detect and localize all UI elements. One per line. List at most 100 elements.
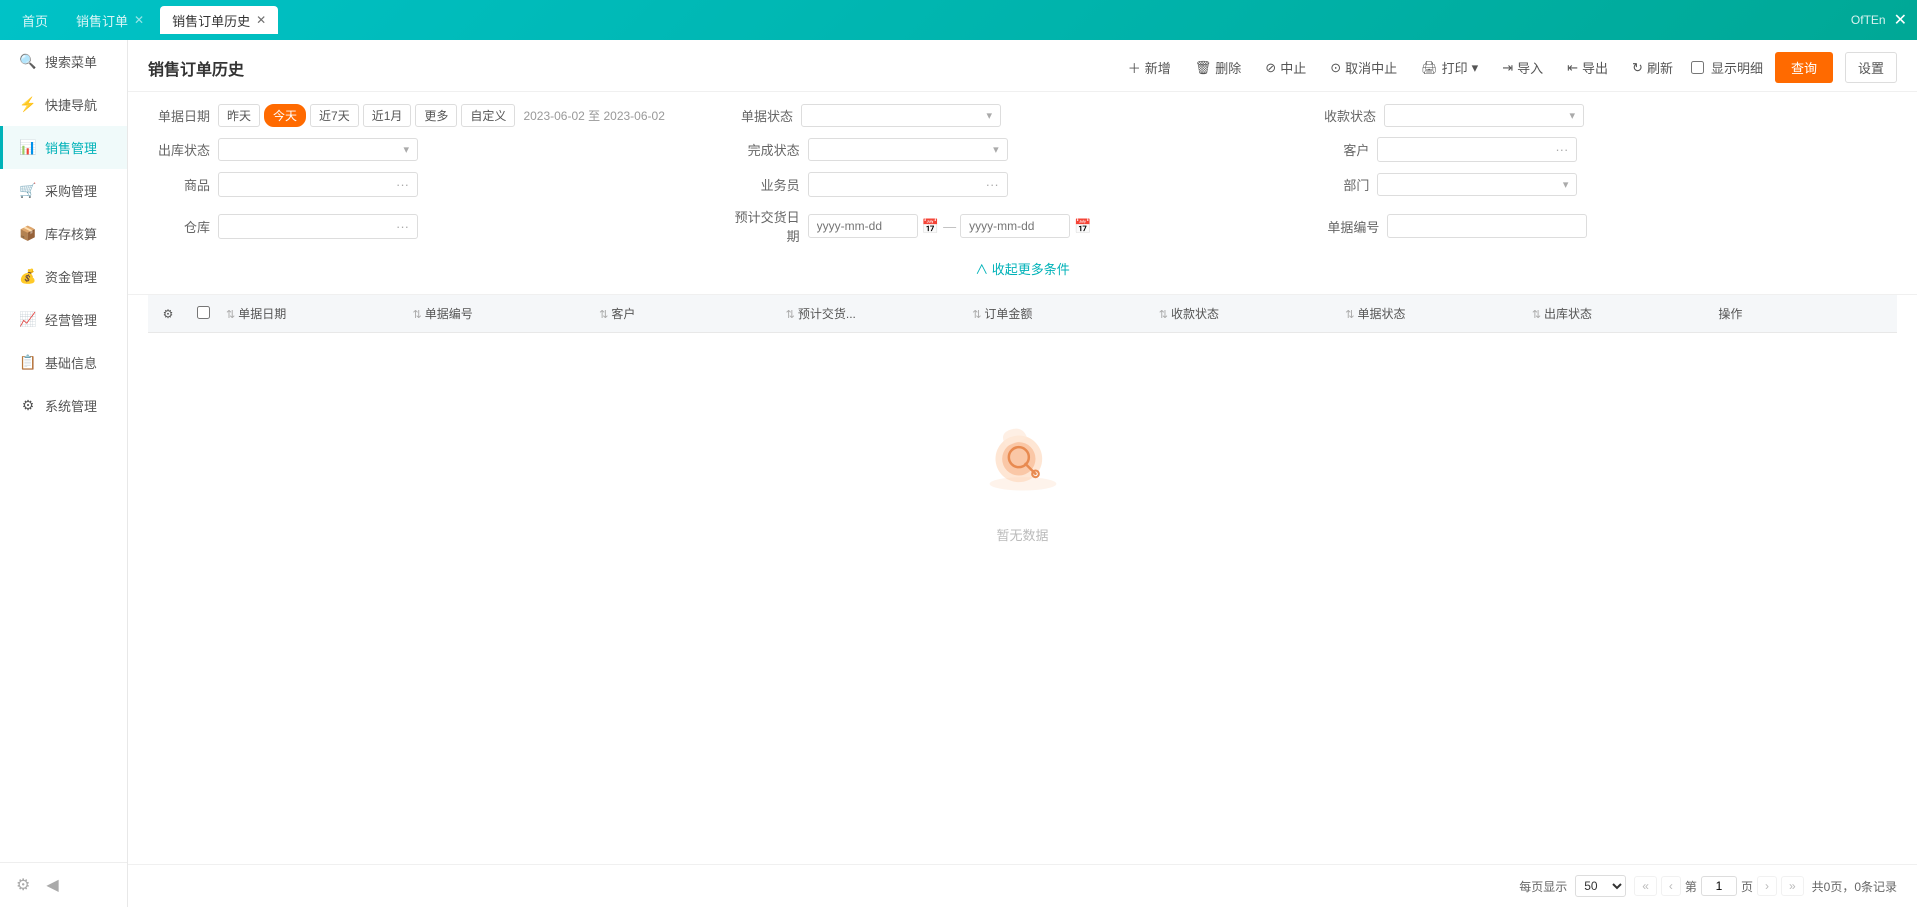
th-date[interactable]: 单据日期 (218, 295, 405, 333)
completion-status-select[interactable]: ▾ (808, 138, 1008, 161)
th-amount[interactable]: 订单金额 (964, 295, 1151, 333)
th-payment-status[interactable]: 收款状态 (1151, 295, 1338, 333)
sidebar-item-search[interactable]: 🔍 搜索菜单 (0, 40, 127, 83)
sidebar-item-quick-nav[interactable]: ⚡ 快捷导航 (0, 83, 127, 126)
goods-input[interactable]: ··· (218, 172, 418, 197)
main-layout: 🔍 搜索菜单 ⚡ 快捷导航 📊 销售管理 🛒 采购管理 📦 库存核算 💰 资金管… (0, 40, 1917, 907)
new-button[interactable]: ＋ 新增 (1122, 54, 1177, 81)
dept-select[interactable]: ▾ (1377, 173, 1577, 196)
print-button[interactable]: 🖨 打印 ▾ (1415, 54, 1484, 81)
stop-icon: ⊘ (1265, 60, 1276, 76)
th-number[interactable]: 单据编号 (405, 295, 592, 333)
goods-more-icon[interactable]: ··· (396, 177, 409, 192)
page-input[interactable] (1701, 876, 1737, 896)
dept-label: 部门 (1327, 175, 1377, 194)
salesperson-input[interactable]: ··· (808, 172, 1008, 197)
expected-date-from[interactable] (808, 214, 918, 238)
collapse-button[interactable]: ∧ 收起更多条件 (148, 255, 1897, 282)
sidebar-item-sales[interactable]: 📊 销售管理 (0, 126, 127, 169)
payment-status-arrow: ▾ (1569, 109, 1575, 122)
delivery-status-select[interactable]: ▾ (218, 138, 418, 161)
date-btn-custom[interactable]: 自定义 (461, 104, 515, 127)
collapse-sidebar-icon[interactable]: ◀ (46, 875, 58, 895)
first-page-button[interactable]: « (1634, 876, 1657, 896)
tab-sales-order-history-close[interactable]: ✕ (256, 13, 266, 27)
sidebar-label-purchase: 采购管理 (45, 181, 97, 200)
customer-input[interactable]: ··· (1377, 137, 1577, 162)
per-page-label: 每页显示 (1519, 878, 1567, 895)
sidebar-label-sales: 销售管理 (45, 138, 97, 157)
calendar-to-icon[interactable]: 📅 (1074, 218, 1091, 235)
sidebar-item-operations[interactable]: 📈 经营管理 (0, 298, 127, 341)
th-delivery-status[interactable]: 出库状态 (1524, 295, 1711, 333)
sidebar-item-basic[interactable]: 📋 基础信息 (0, 341, 127, 384)
collapse-label: ∧ 收起更多条件 (975, 262, 1070, 277)
sidebar-item-finance[interactable]: 💰 资金管理 (0, 255, 127, 298)
delete-icon: 🗑 (1195, 60, 1212, 76)
import-label: 导入 (1517, 58, 1543, 77)
order-status-select[interactable]: ▾ (801, 104, 1001, 127)
window-close-button[interactable]: ✕ (1894, 10, 1907, 30)
page-title: 销售订单历史 (148, 56, 244, 80)
import-button[interactable]: ⇥ 导入 (1496, 54, 1549, 81)
expected-date-to[interactable] (960, 214, 1070, 238)
date-btn-1month[interactable]: 近1月 (363, 104, 412, 127)
cancel-stop-button[interactable]: ⊙ 取消中止 (1324, 54, 1403, 81)
prev-page-button[interactable]: ‹ (1661, 876, 1681, 896)
stop-button[interactable]: ⊘ 中止 (1259, 54, 1312, 81)
expected-date-control: 📅 — 📅 (808, 214, 1318, 238)
display-detail-checkbox[interactable] (1691, 61, 1704, 74)
th-customer[interactable]: 客户 (591, 295, 778, 333)
export-button[interactable]: ⇤ 导出 (1561, 54, 1614, 81)
customer-more-icon[interactable]: ··· (1555, 142, 1568, 157)
payment-status-label: 收款状态 (1314, 106, 1384, 125)
refresh-button[interactable]: ↻ 刷新 (1626, 54, 1679, 81)
th-expected-delivery[interactable]: 预计交货... (778, 295, 965, 333)
page-header: 销售订单历史 ＋ 新增 🗑 删除 ⊘ 中止 ⊙ 取消中止 (128, 40, 1917, 92)
settings-bottom-icon[interactable]: ⚙ (16, 875, 30, 895)
warehouse-more-icon[interactable]: ··· (396, 219, 409, 234)
display-detail-toggle[interactable]: 显示明细 (1691, 58, 1763, 77)
tab-sales-order[interactable]: 销售订单 ✕ (64, 6, 156, 34)
tab-sales-order-close[interactable]: ✕ (134, 13, 144, 27)
date-btn-today[interactable]: 今天 (264, 104, 306, 127)
inventory-icon: 📦 (19, 225, 37, 243)
sidebar-item-system[interactable]: ⚙ 系统管理 (0, 384, 127, 427)
empty-text: 暂无数据 (996, 525, 1048, 544)
sidebar-item-purchase[interactable]: 🛒 采购管理 (0, 169, 127, 212)
warehouse-input[interactable]: ··· (218, 214, 418, 239)
expected-date-label: 预计交货日期 (728, 207, 808, 245)
th-settings[interactable]: ⚙ (148, 295, 188, 333)
date-input-group: 📅 — 📅 (808, 214, 1092, 238)
select-all-checkbox[interactable] (197, 306, 210, 319)
order-status-control: ▾ (801, 104, 1314, 127)
order-number-input[interactable] (1387, 214, 1587, 238)
table-container: ⚙ 单据日期 单据编号 客户 预计交货... 订单金额 收款状态 单据状态 出库… (148, 295, 1897, 864)
query-button[interactable]: 查询 (1775, 52, 1833, 83)
tab-home[interactable]: 首页 (10, 6, 60, 34)
delete-button[interactable]: 🗑 删除 (1189, 54, 1248, 81)
filter-row-warehouse: 仓库 ··· 预计交货日期 📅 — 📅 单据编号 (148, 207, 1897, 245)
payment-status-select[interactable]: ▾ (1384, 104, 1584, 127)
table-area: ⚙ 单据日期 单据编号 客户 预计交货... 订单金额 收款状态 单据状态 出库… (128, 295, 1917, 864)
calendar-from-icon[interactable]: 📅 (922, 218, 939, 235)
salesperson-more-icon[interactable]: ··· (986, 177, 999, 192)
sidebar-item-inventory[interactable]: 📦 库存核算 (0, 212, 127, 255)
date-btn-7days[interactable]: 近7天 (310, 104, 359, 127)
search-icon: 🔍 (19, 53, 37, 71)
tab-sales-order-history[interactable]: 销售订单历史 ✕ (160, 6, 278, 34)
filter-area: 单据日期 昨天 今天 近7天 近1月 更多 自定义 2023-06-02 至 2… (128, 92, 1917, 295)
system-icon: ⚙ (19, 397, 37, 415)
per-page-select[interactable]: 50 20 100 (1575, 875, 1626, 897)
settings-button[interactable]: 设置 (1845, 52, 1897, 83)
refresh-label: 刷新 (1647, 58, 1673, 77)
date-btn-yesterday[interactable]: 昨天 (218, 104, 260, 127)
next-page-button[interactable]: › (1757, 876, 1777, 896)
last-page-button[interactable]: » (1781, 876, 1804, 896)
finance-icon: 💰 (19, 268, 37, 286)
date-btn-more[interactable]: 更多 (415, 104, 457, 127)
order-status-arrow: ▾ (986, 109, 992, 122)
th-checkbox[interactable] (188, 295, 218, 333)
content-area: 销售订单历史 ＋ 新增 🗑 删除 ⊘ 中止 ⊙ 取消中止 (128, 40, 1917, 907)
th-order-status[interactable]: 单据状态 (1337, 295, 1524, 333)
